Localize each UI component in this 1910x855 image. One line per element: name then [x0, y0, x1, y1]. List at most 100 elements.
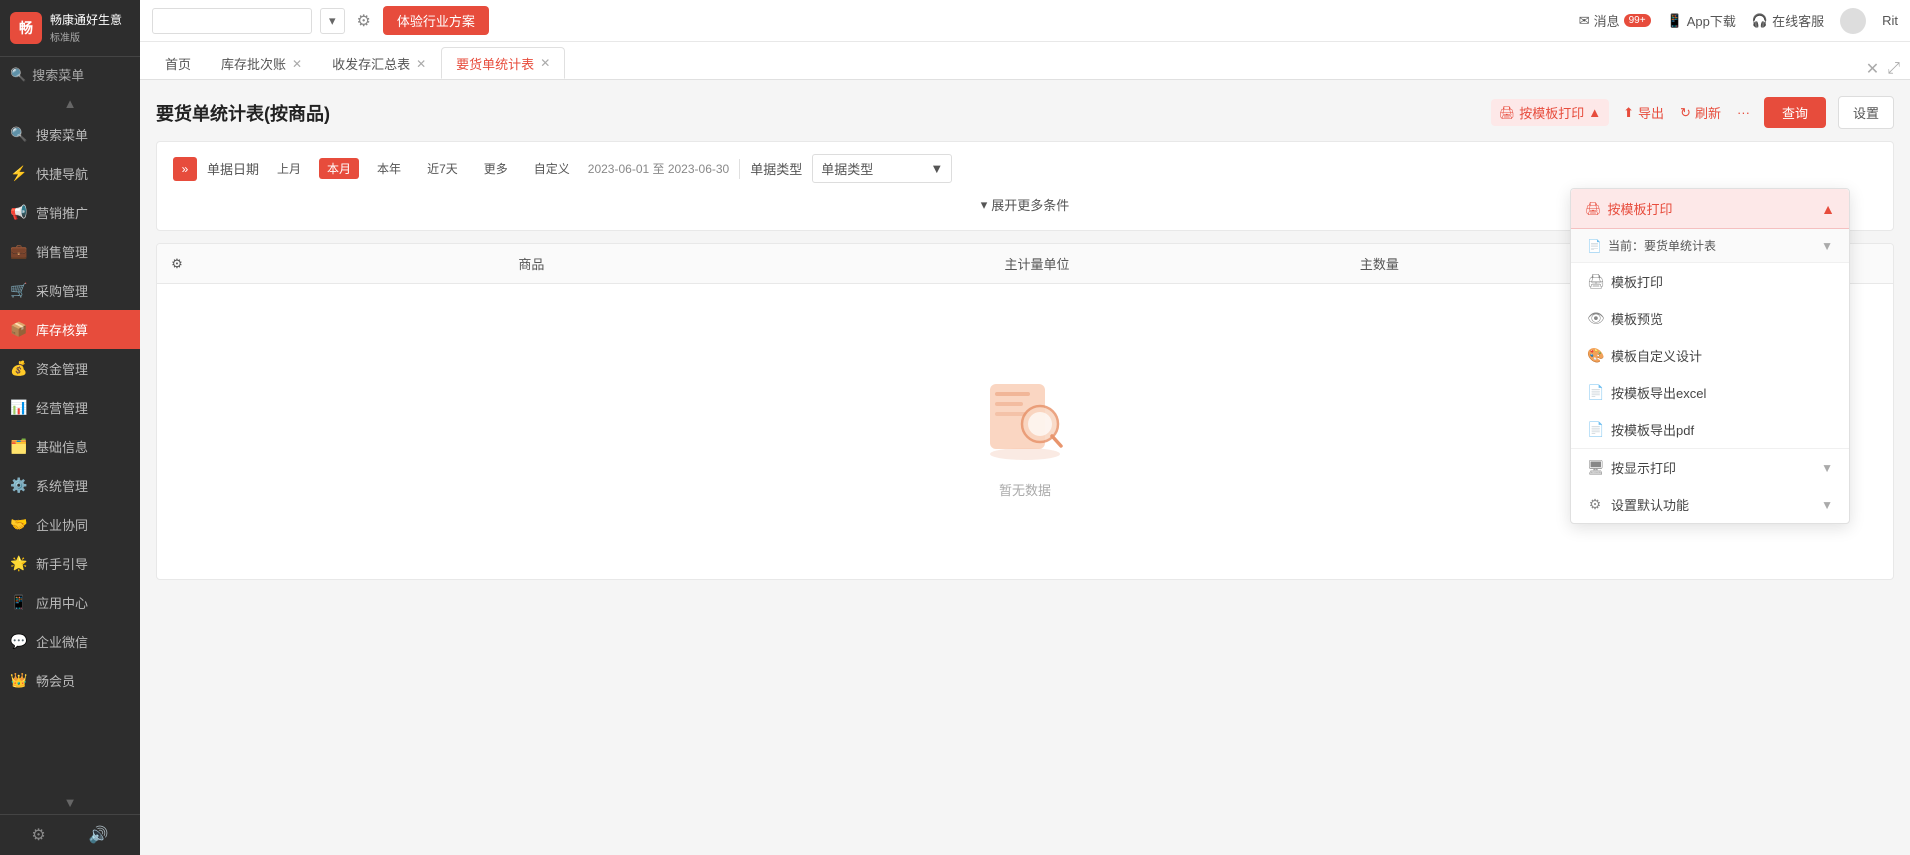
nav-icon-finance: 💰 [10, 360, 28, 377]
print-template-btn[interactable]: 🖨 按模板打印 ▲ [1491, 99, 1609, 126]
refresh-btn[interactable]: ↻ 刷新 [1678, 99, 1723, 126]
expand-window-icon[interactable]: ⤢ [1887, 60, 1900, 78]
order-type-label: 单据类型 [750, 159, 802, 178]
tabbar: 首页库存批次账✕收发存汇总表✕要货单统计表✕ ✕ ⤢ [140, 42, 1910, 80]
sidebar-item-member[interactable]: 👑畅会员 [0, 661, 140, 700]
col-quantity: 主数量 [1208, 254, 1550, 273]
sidebar-item-guide[interactable]: 🌟新手引导 [0, 544, 140, 583]
print-dropdown-title: 🖨 按模板打印 [1585, 199, 1673, 218]
topbar-dropdown-btn[interactable]: ▾ [320, 8, 345, 34]
app-download-label: App下载 [1687, 11, 1736, 30]
template-preview-item[interactable]: 👁 模板预览 [1571, 300, 1849, 337]
order-type-arrow: ▼ [930, 161, 943, 176]
sidebar-item-cooperation[interactable]: 🤝企业协同 [0, 505, 140, 544]
template-pdf-item[interactable]: 📄 按模板导出pdf [1571, 411, 1849, 448]
date-tab-更多[interactable]: 更多 [476, 158, 516, 179]
speaker-icon[interactable]: 🔊 [89, 825, 109, 845]
nav-icon-operation: 📊 [10, 399, 28, 416]
template-custom-item[interactable]: 🎨 模板自定义设计 [1571, 337, 1849, 374]
filter-separator [739, 159, 740, 179]
date-tab-上月[interactable]: 上月 [269, 158, 309, 179]
printer-icon-dropdown: 🖨 [1585, 201, 1602, 217]
user-avatar[interactable] [1840, 8, 1866, 34]
col-settings[interactable]: ⚙ [157, 256, 197, 272]
sidebar-item-finance[interactable]: 💰资金管理 [0, 349, 140, 388]
order-type-value: 单据类型 [821, 159, 873, 178]
nav-icon-marketing: 📢 [10, 204, 28, 221]
online-service-label: 在线客服 [1772, 11, 1824, 30]
messages-badge: 99+ [1624, 14, 1651, 27]
template-custom-icon: 🎨 [1587, 347, 1603, 364]
scroll-down-btn[interactable]: ▼ [0, 791, 140, 814]
sidebar-item-inventory[interactable]: 📦库存核算 [0, 310, 140, 349]
expand-more-icon: ▾ [981, 197, 988, 213]
print-dropdown-close-btn[interactable]: ▲ [1821, 201, 1835, 217]
template-excel-item[interactable]: 📄 按模板导出excel [1571, 374, 1849, 411]
topbar-gear-icon[interactable]: ⚙ [357, 11, 371, 31]
nav-icon-guide: 🌟 [10, 555, 28, 572]
sidebar-item-sales[interactable]: 💼销售管理 [0, 232, 140, 271]
topbar-search-input[interactable] [152, 8, 312, 34]
date-tab-近7天[interactable]: 近7天 [419, 158, 466, 179]
filter-expand-icon[interactable]: » [173, 157, 197, 181]
tab-close-order-summary[interactable]: ✕ [540, 57, 550, 69]
sidebar-item-basic[interactable]: 🗂️基础信息 [0, 427, 140, 466]
sidebar-item-search[interactable]: 🔍搜索菜单 [0, 115, 140, 154]
template-print-item[interactable]: 🖨 模板打印 [1571, 263, 1849, 300]
print-dropdown-header: 🖨 按模板打印 ▲ [1571, 189, 1849, 229]
export-btn[interactable]: ⬆ 导出 [1621, 99, 1666, 126]
nav-icon-member: 👑 [10, 672, 28, 689]
sidebar: 畅 畅康通好生意 标准版 🔍 搜索菜单 ▲ 🔍搜索菜单⚡快捷导航📢营销推广💼销售… [0, 0, 140, 855]
page-title-bar: 要货单统计表(按商品) 🖨 按模板打印 ▲ ⬆ 导出 ↻ 刷新 ··· 查询 设… [156, 96, 1894, 129]
online-service-item[interactable]: 🎧 在线客服 [1752, 11, 1824, 30]
sidebar-item-marketing[interactable]: 📢营销推广 [0, 193, 140, 232]
nav-icon-inventory: 📦 [10, 321, 28, 338]
sidebar-search[interactable]: 🔍 搜索菜单 [0, 57, 140, 92]
order-type-select[interactable]: 单据类型 ▼ [812, 154, 952, 183]
display-print-item[interactable]: 🖥 按显示打印 ▼ [1571, 449, 1849, 486]
topbar-right: ✉ 消息 99+ 📱 App下载 🎧 在线客服 Rit [1579, 8, 1898, 34]
sidebar-item-shortcut[interactable]: ⚡快捷导航 [0, 154, 140, 193]
date-tab-自定义[interactable]: 自定义 [526, 158, 578, 179]
tab-order-summary[interactable]: 要货单统计表✕ [441, 47, 565, 79]
nav-icon-purchase: 🛒 [10, 282, 28, 299]
app-download-item[interactable]: 📱 App下载 [1667, 11, 1736, 30]
date-tab-本月[interactable]: 本月 [319, 158, 359, 179]
close-window-icon[interactable]: ✕ [1866, 59, 1879, 79]
headset-icon: 🎧 [1752, 13, 1768, 29]
sidebar-item-app[interactable]: 📱应用中心 [0, 583, 140, 622]
empty-icon [965, 364, 1085, 464]
tab-close-receipt-summary[interactable]: ✕ [416, 58, 426, 70]
messages-label: 消息 [1594, 11, 1620, 30]
tab-close-inventory-batch[interactable]: ✕ [292, 58, 302, 70]
sidebar-logo: 畅 畅康通好生意 标准版 [0, 0, 140, 57]
display-print-arrow: ▼ [1821, 461, 1833, 475]
template-pdf-icon: 📄 [1587, 421, 1603, 438]
chevron-up-icon: ▲ [1588, 105, 1601, 120]
experience-btn[interactable]: 体验行业方案 [383, 6, 489, 35]
expand-more-btn[interactable]: ▾ 展开更多条件 [973, 191, 1078, 218]
nav-icon-system: ⚙️ [10, 477, 28, 494]
printer-icon: 🖨 [1499, 105, 1516, 121]
default-func-arrow: ▼ [1821, 498, 1833, 512]
sidebar-item-wechat[interactable]: 💬企业微信 [0, 622, 140, 661]
user-name: Rit [1882, 13, 1898, 28]
topbar: ▾ ⚙ 体验行业方案 ✉ 消息 99+ 📱 App下载 🎧 在线客服 Rit [140, 0, 1910, 42]
settings-btn[interactable]: 设置 [1838, 96, 1894, 129]
query-btn[interactable]: 查询 [1764, 97, 1826, 128]
date-range: 2023-06-01 至 2023-06-30 [588, 160, 729, 177]
settings-icon[interactable]: ⚙ [31, 825, 45, 845]
tab-receipt-summary[interactable]: 收发存汇总表✕ [317, 47, 441, 79]
sidebar-item-system[interactable]: ⚙️系统管理 [0, 466, 140, 505]
scroll-up-btn[interactable]: ▲ [0, 92, 140, 115]
more-actions-btn[interactable]: ··· [1735, 101, 1752, 124]
date-tab-本年[interactable]: 本年 [369, 158, 409, 179]
default-func-item[interactable]: ⚙ 设置默认功能 ▼ [1571, 486, 1849, 523]
messages-item[interactable]: ✉ 消息 99+ [1579, 11, 1651, 30]
current-arrow: ▼ [1821, 239, 1833, 253]
page-actions: 🖨 按模板打印 ▲ ⬆ 导出 ↻ 刷新 ··· 查询 设置 [1491, 96, 1894, 129]
tab-inventory-batch[interactable]: 库存批次账✕ [206, 47, 317, 79]
tab-home[interactable]: 首页 [150, 47, 206, 79]
sidebar-item-operation[interactable]: 📊经营管理 [0, 388, 140, 427]
sidebar-item-purchase[interactable]: 🛒采购管理 [0, 271, 140, 310]
